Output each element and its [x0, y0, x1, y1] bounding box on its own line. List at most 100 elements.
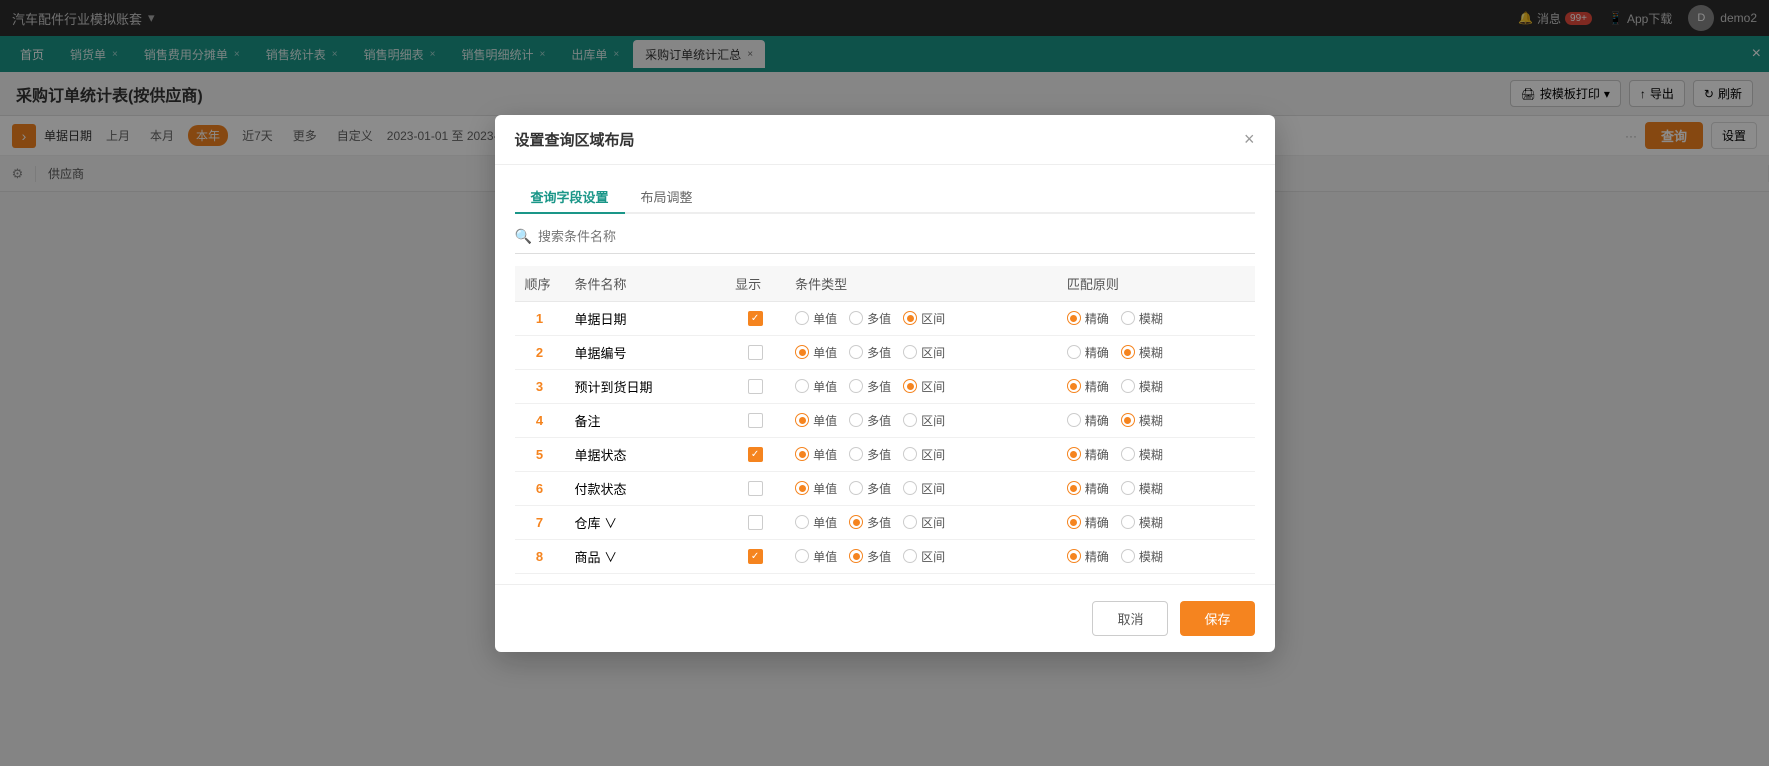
display-checkbox[interactable]: [748, 311, 763, 326]
radio-dot[interactable]: [903, 549, 917, 563]
type-radio-item[interactable]: 单值: [795, 310, 837, 327]
match-radio-item[interactable]: 精确: [1067, 480, 1109, 497]
cell-display[interactable]: [725, 505, 785, 539]
display-checkbox[interactable]: [748, 345, 763, 360]
radio-dot[interactable]: [1121, 311, 1135, 325]
radio-dot[interactable]: [795, 549, 809, 563]
radio-dot[interactable]: [1121, 481, 1135, 495]
type-radio-item[interactable]: 区间: [903, 344, 945, 361]
match-radio-item[interactable]: 模糊: [1121, 412, 1163, 429]
match-radio-item[interactable]: 精确: [1067, 310, 1109, 327]
cancel-button[interactable]: 取消: [1092, 601, 1168, 636]
radio-dot[interactable]: [795, 447, 809, 461]
modal-tab-fields[interactable]: 查询字段设置: [515, 181, 625, 214]
modal-tab-layout[interactable]: 布局调整: [625, 181, 709, 214]
type-radio-item[interactable]: 多值: [849, 310, 891, 327]
radio-dot[interactable]: [1067, 515, 1081, 529]
radio-dot[interactable]: [1067, 379, 1081, 393]
type-radio-item[interactable]: 单值: [795, 378, 837, 395]
search-input[interactable]: [538, 229, 1255, 244]
radio-dot[interactable]: [849, 379, 863, 393]
radio-dot[interactable]: [1121, 549, 1135, 563]
type-radio-item[interactable]: 单值: [795, 514, 837, 531]
radio-dot[interactable]: [849, 515, 863, 529]
radio-dot[interactable]: [1121, 515, 1135, 529]
radio-dot[interactable]: [795, 413, 809, 427]
cell-display[interactable]: [725, 539, 785, 573]
match-radio-item[interactable]: 精确: [1067, 446, 1109, 463]
match-radio-item[interactable]: 模糊: [1121, 310, 1163, 327]
display-checkbox[interactable]: [748, 515, 763, 530]
type-radio-item[interactable]: 区间: [903, 446, 945, 463]
match-radio-item[interactable]: 模糊: [1121, 480, 1163, 497]
type-radio-item[interactable]: 区间: [903, 378, 945, 395]
match-radio-item[interactable]: 精确: [1067, 548, 1109, 565]
type-radio-item[interactable]: 多值: [849, 344, 891, 361]
cell-display[interactable]: [725, 437, 785, 471]
radio-dot[interactable]: [903, 481, 917, 495]
radio-dot[interactable]: [1067, 481, 1081, 495]
radio-dot[interactable]: [903, 447, 917, 461]
match-radio-item[interactable]: 模糊: [1121, 514, 1163, 531]
radio-dot[interactable]: [795, 515, 809, 529]
radio-dot[interactable]: [849, 481, 863, 495]
display-checkbox[interactable]: [748, 379, 763, 394]
radio-dot[interactable]: [849, 311, 863, 325]
type-radio-item[interactable]: 单值: [795, 548, 837, 565]
save-button[interactable]: 保存: [1180, 601, 1254, 636]
modal-close-button[interactable]: ×: [1244, 130, 1255, 148]
match-radio-item[interactable]: 模糊: [1121, 548, 1163, 565]
display-checkbox[interactable]: [748, 413, 763, 428]
type-radio-item[interactable]: 区间: [903, 480, 945, 497]
radio-dot[interactable]: [795, 481, 809, 495]
radio-dot[interactable]: [1067, 447, 1081, 461]
radio-dot[interactable]: [903, 515, 917, 529]
display-checkbox[interactable]: [748, 447, 763, 462]
radio-dot[interactable]: [1067, 413, 1081, 427]
type-radio-item[interactable]: 多值: [849, 480, 891, 497]
radio-dot[interactable]: [849, 345, 863, 359]
match-radio-item[interactable]: 精确: [1067, 514, 1109, 531]
radio-dot[interactable]: [1121, 447, 1135, 461]
radio-dot[interactable]: [1121, 379, 1135, 393]
cell-display[interactable]: [725, 301, 785, 335]
cell-display[interactable]: [725, 335, 785, 369]
radio-dot[interactable]: [795, 345, 809, 359]
radio-dot[interactable]: [1121, 345, 1135, 359]
radio-dot[interactable]: [903, 379, 917, 393]
type-radio-item[interactable]: 单值: [795, 344, 837, 361]
type-radio-item[interactable]: 多值: [849, 446, 891, 463]
radio-dot[interactable]: [795, 379, 809, 393]
match-radio-item[interactable]: 精确: [1067, 412, 1109, 429]
radio-dot[interactable]: [849, 413, 863, 427]
radio-dot[interactable]: [903, 413, 917, 427]
type-radio-item[interactable]: 区间: [903, 514, 945, 531]
match-radio-item[interactable]: 精确: [1067, 378, 1109, 395]
radio-dot[interactable]: [903, 345, 917, 359]
type-radio-item[interactable]: 多值: [849, 378, 891, 395]
type-radio-item[interactable]: 单值: [795, 480, 837, 497]
match-radio-item[interactable]: 模糊: [1121, 446, 1163, 463]
radio-dot[interactable]: [795, 311, 809, 325]
type-radio-item[interactable]: 区间: [903, 310, 945, 327]
radio-dot[interactable]: [1067, 549, 1081, 563]
type-radio-item[interactable]: 多值: [849, 548, 891, 565]
radio-dot[interactable]: [1067, 311, 1081, 325]
type-radio-item[interactable]: 区间: [903, 412, 945, 429]
type-radio-item[interactable]: 单值: [795, 446, 837, 463]
match-radio-item[interactable]: 精确: [1067, 344, 1109, 361]
type-radio-item[interactable]: 单值: [795, 412, 837, 429]
cell-display[interactable]: [725, 573, 785, 576]
display-checkbox[interactable]: [748, 549, 763, 564]
type-radio-item[interactable]: 多值: [849, 412, 891, 429]
type-radio-item[interactable]: 区间: [903, 548, 945, 565]
display-checkbox[interactable]: [748, 481, 763, 496]
radio-dot[interactable]: [903, 311, 917, 325]
radio-dot[interactable]: [1067, 345, 1081, 359]
type-radio-item[interactable]: 多值: [849, 514, 891, 531]
cell-display[interactable]: [725, 369, 785, 403]
radio-dot[interactable]: [849, 447, 863, 461]
cell-display[interactable]: [725, 403, 785, 437]
match-radio-item[interactable]: 模糊: [1121, 378, 1163, 395]
radio-dot[interactable]: [849, 549, 863, 563]
